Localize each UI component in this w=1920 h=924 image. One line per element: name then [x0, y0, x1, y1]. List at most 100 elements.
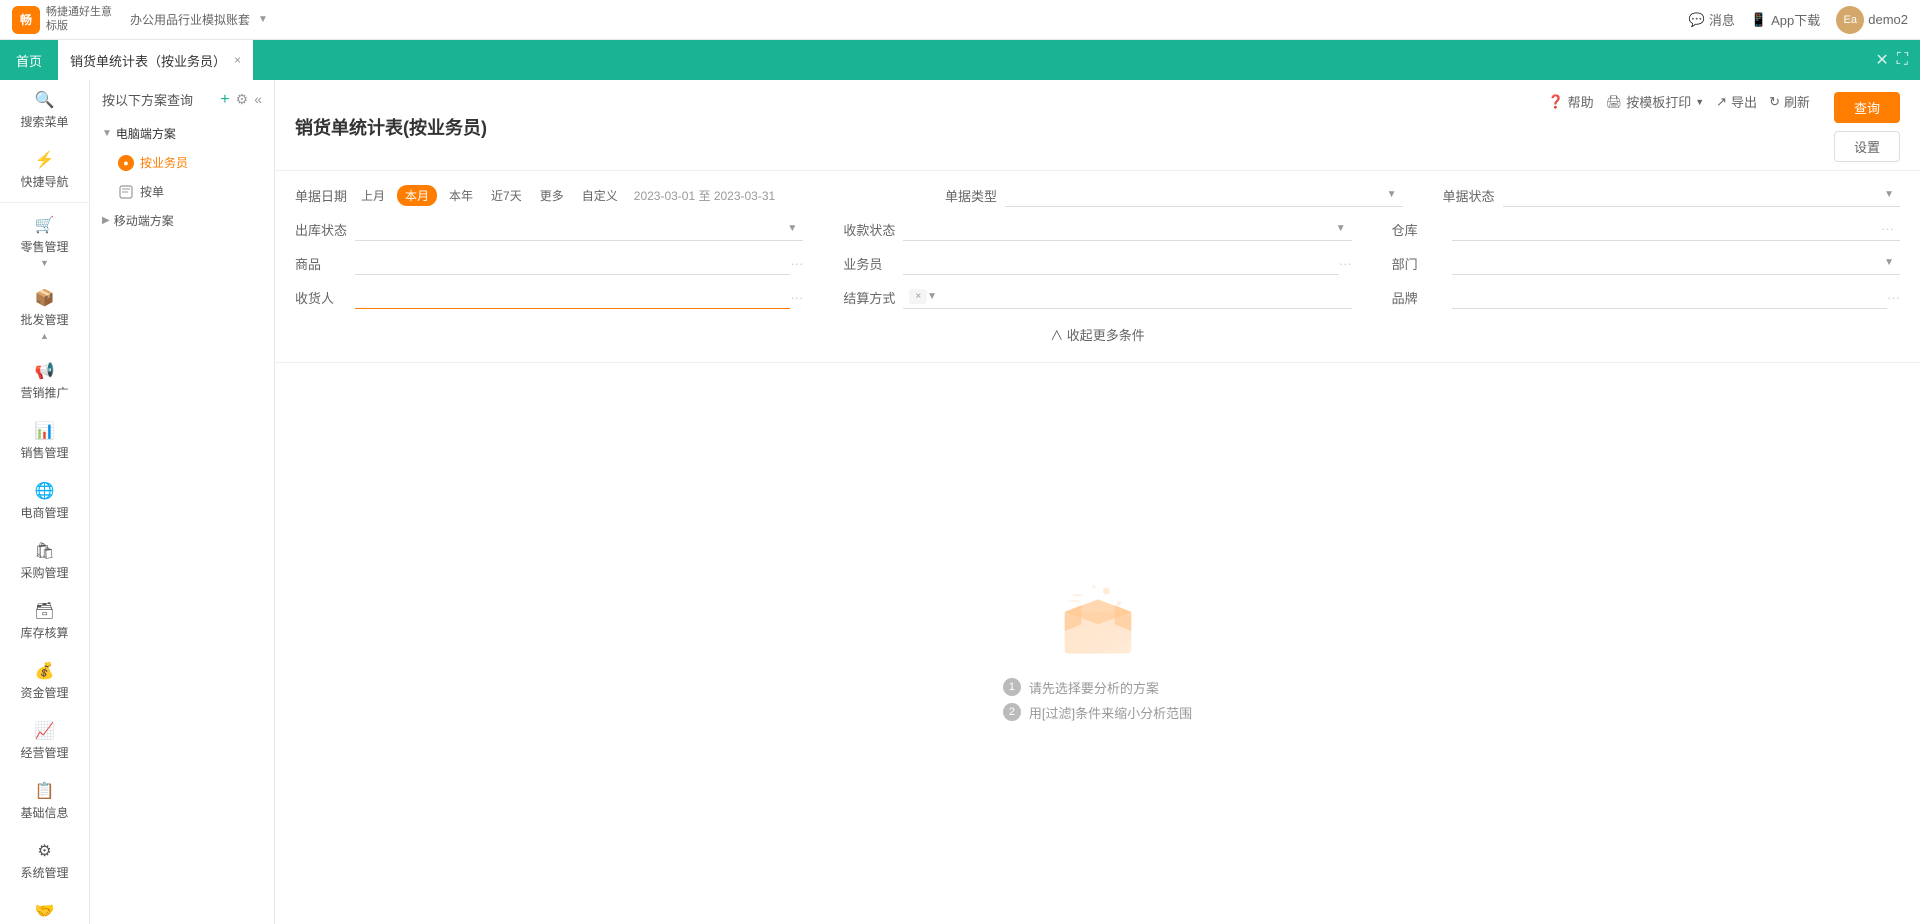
empty-state: 1 请先选择要分析的方案 2 用[过滤]条件来缩小分析范围 — [275, 363, 1920, 924]
sidebar-item-retail[interactable]: 🛒 零售管理 ▼ — [0, 205, 89, 278]
scheme-category-pc: ▼ 电脑端方案 — [90, 119, 274, 148]
filter-bill-type: 单据类型 ▼ — [945, 183, 1403, 207]
query-button[interactable]: 查询 — [1834, 92, 1900, 123]
consignee-label: 收货人 — [295, 288, 355, 307]
empty-state-illustration — [1048, 566, 1148, 666]
sidebar-item-sales[interactable]: 📊 销售管理 — [0, 411, 89, 471]
marketing-icon: 📢 — [35, 361, 55, 381]
consignee-dots[interactable]: ··· — [790, 290, 803, 305]
warehouse-select[interactable]: ··· — [1452, 217, 1900, 241]
out-status-dropdown-icon: ▼ — [787, 223, 797, 234]
goods-label: 商品 — [295, 254, 355, 273]
brand-dots[interactable]: ··· — [1887, 290, 1900, 305]
main-layout: 🔍 搜索菜单 ⚡ 快捷导航 🛒 零售管理 ▼ 📦 批发管理 ▲ 📢 营销推广 📊… — [0, 80, 1920, 924]
app-download-button[interactable]: 📱 App下载 — [1751, 10, 1820, 29]
scheme-category-mobile[interactable]: ▶ 移动端方案 — [90, 206, 274, 235]
page-header: 销货单统计表(按业务员) ❓ 帮助 🖨 按模板打印 ▼ ↗ — [275, 80, 1920, 171]
date-btn-last-month[interactable]: 上月 — [355, 185, 391, 206]
filter-salesperson: 业务员 ··· — [843, 251, 1351, 275]
wholesale-icon: 📦 — [35, 288, 55, 308]
brand-input[interactable] — [1452, 285, 1887, 309]
message-button[interactable]: 💬 消息 — [1689, 10, 1735, 29]
receipt-status-dropdown-icon: ▼ — [1336, 223, 1346, 234]
dept-select[interactable]: ▼ — [1452, 251, 1900, 275]
salesperson-input[interactable] — [903, 251, 1338, 275]
sidebar-item-quick-nav[interactable]: ⚡ 快捷导航 — [0, 140, 89, 200]
filter-settlement: 结算方式 × ▼ — [843, 285, 1351, 309]
receipt-status-select[interactable]: ▼ — [903, 217, 1351, 241]
scheme-settings-button[interactable]: ⚙ — [236, 91, 249, 109]
tab-active[interactable]: 销货单统计表（按业务员） × — [58, 40, 253, 80]
goods-input[interactable] — [355, 251, 790, 275]
date-btn-7days[interactable]: 近7天 — [485, 185, 528, 206]
tab-minimize-button[interactable]: ✕ — [1875, 50, 1888, 70]
user-menu[interactable]: Ea demo2 — [1836, 6, 1908, 34]
tip-num-1: 1 — [1003, 678, 1021, 696]
bill-type-select[interactable]: ▼ — [1005, 183, 1403, 207]
chevron-down-icon: ▼ — [102, 128, 112, 139]
tab-close-button[interactable]: × — [234, 53, 241, 67]
date-btn-more[interactable]: 更多 — [534, 185, 570, 206]
sidebar-item-finance[interactable]: 💰 资金管理 — [0, 651, 89, 711]
out-status-select[interactable]: ▼ — [355, 217, 803, 241]
sidebar-item-operations[interactable]: 📈 经营管理 — [0, 711, 89, 771]
filter-brand: 品牌 ··· — [1392, 285, 1900, 309]
export-button[interactable]: ↗ 导出 — [1716, 92, 1757, 111]
scheme-add-button[interactable]: + — [220, 91, 229, 109]
goods-dots[interactable]: ··· — [790, 256, 803, 271]
sidebar-item-basic[interactable]: 📋 基础信息 — [0, 771, 89, 831]
help-button[interactable]: ❓ 帮助 — [1547, 92, 1593, 111]
scheme-order-icon — [118, 184, 134, 200]
download-icon: 📱 — [1751, 12, 1767, 28]
empty-tips: 1 请先选择要分析的方案 2 用[过滤]条件来缩小分析范围 — [1003, 678, 1192, 722]
sidebar-item-inventory[interactable]: 🗃 库存核算 — [0, 591, 89, 651]
sidebar-item-system[interactable]: ⚙ 系统管理 — [0, 831, 89, 891]
sidebar-item-search[interactable]: 🔍 搜索菜单 — [0, 80, 89, 140]
settlement-tag: × — [909, 289, 927, 304]
consignee-input[interactable] — [355, 285, 790, 309]
collapse-more-button[interactable]: ∧ 收起更多条件 — [295, 319, 1900, 350]
date-btn-this-year[interactable]: 本年 — [443, 185, 479, 206]
settings-button[interactable]: 设置 — [1834, 131, 1900, 162]
scheme-item-salesperson[interactable]: ● 按业务员 — [90, 148, 274, 177]
settlement-tag-remove[interactable]: × — [915, 291, 921, 302]
logo-text: 畅捷通好生意 标版 — [46, 6, 112, 32]
content-area: 按以下方案查询 + ⚙ « ▼ 电脑端方案 ● 按业务员 — [90, 80, 1920, 924]
refresh-button[interactable]: ↻ 刷新 — [1769, 92, 1810, 111]
settlement-select[interactable]: × ▼ — [903, 285, 1351, 309]
sidebar-item-ecommerce[interactable]: 🌐 电商管理 — [0, 471, 89, 531]
avatar: Ea — [1836, 6, 1864, 34]
breadcrumb-dropdown-icon[interactable]: ▼ — [258, 14, 268, 25]
topbar-left: 畅 畅捷通好生意 标版 办公用品行业模拟账套 ▼ — [12, 6, 268, 34]
salesperson-dots[interactable]: ··· — [1339, 256, 1352, 271]
logo-icon: 畅 — [12, 6, 40, 34]
inventory-icon: 🗃 — [34, 601, 54, 621]
date-range: 2023-03-01 至 2023-03-31 — [634, 187, 775, 204]
main-content: 销货单统计表(按业务员) ❓ 帮助 🖨 按模板打印 ▼ ↗ — [275, 80, 1920, 924]
enterprise-icon: 🤝 — [35, 901, 55, 921]
date-btn-this-month[interactable]: 本月 — [397, 185, 437, 206]
bill-status-dropdown-icon: ▼ — [1884, 189, 1894, 200]
topbar-right: 💬 消息 📱 App下载 Ea demo2 — [1689, 6, 1908, 34]
date-btn-custom[interactable]: 自定义 — [576, 185, 624, 206]
purchase-icon: 🛍 — [34, 541, 54, 561]
tab-home[interactable]: 首页 — [0, 40, 58, 80]
operations-icon: 📈 — [35, 721, 55, 741]
sidebar-item-purchase[interactable]: 🛍 采购管理 — [0, 531, 89, 591]
filter-bill-status: 单据状态 ▼ — [1443, 183, 1901, 207]
print-dropdown-icon: ▼ — [1695, 97, 1704, 107]
filter-out-status: 出库状态 ▼ — [295, 217, 803, 241]
print-button[interactable]: 🖨 按模板打印 ▼ — [1606, 92, 1704, 111]
warehouse-dots[interactable]: ··· — [1881, 221, 1894, 236]
scheme-collapse-button[interactable]: « — [254, 91, 262, 109]
sidebar-item-enterprise[interactable]: 🤝 企业协同 — [0, 891, 89, 924]
bill-status-select[interactable]: ▼ — [1503, 183, 1901, 207]
sidebar-item-marketing[interactable]: 📢 营销推广 — [0, 351, 89, 411]
scheme-item-by-order[interactable]: 按单 — [90, 177, 274, 206]
filter-row-3: 商品 ··· 业务员 ··· 部门 — [295, 251, 1900, 275]
sidebar-item-wholesale[interactable]: 📦 批发管理 ▲ — [0, 278, 89, 351]
scheme-category-pc-label[interactable]: ▼ 电脑端方案 — [102, 125, 262, 142]
scheme-panel-title: 按以下方案查询 — [102, 90, 193, 109]
tab-maximize-button[interactable]: ⛶ — [1897, 51, 1908, 69]
salesperson-label: 业务员 — [843, 254, 903, 273]
